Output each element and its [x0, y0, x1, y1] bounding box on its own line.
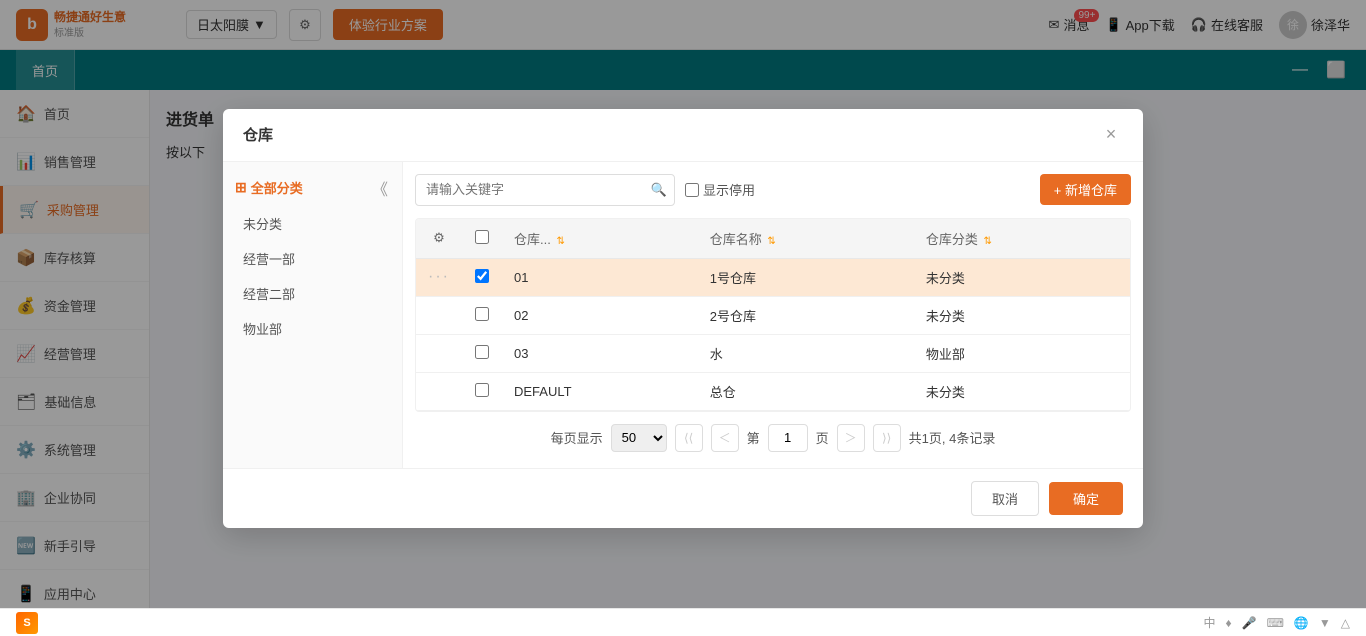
sort-icon-category: ⇅ — [984, 236, 992, 247]
table-row[interactable]: ··· 011号仓库未分类 — [416, 258, 1130, 296]
row-code-2: 03 — [502, 334, 698, 372]
left-panel-header: ⊞ 全部分类 《 — [223, 170, 402, 206]
add-warehouse-button[interactable]: + 新增仓库 — [1040, 174, 1131, 205]
row-checkbox-cell-1[interactable] — [462, 296, 502, 334]
search-bar: 🔍 显示停用 + 新增仓库 — [415, 174, 1131, 206]
first-page-button[interactable]: ⟨⟨ — [675, 424, 703, 452]
row-checkbox-3[interactable] — [475, 383, 489, 397]
row-checkbox-cell-2[interactable] — [462, 334, 502, 372]
row-gear-cell-0: ··· — [416, 258, 462, 296]
row-checkbox-1[interactable] — [475, 307, 489, 321]
status-bar: S 中 ♦ 🎤 ⌨ 🌐 ▼ △ — [0, 608, 1366, 636]
page-number-input[interactable] — [768, 424, 808, 452]
row-category-2: 物业部 — [914, 334, 1130, 372]
confirm-button[interactable]: 确定 — [1049, 482, 1123, 515]
close-button[interactable]: × — [1099, 123, 1123, 147]
show-disabled-toggle[interactable]: 显示停用 — [685, 180, 755, 199]
category-item-unclassified[interactable]: 未分类 — [223, 206, 402, 241]
grid-icon: ⊞ — [235, 179, 247, 196]
row-checkbox-2[interactable] — [475, 345, 489, 359]
row-gear-cell-1 — [416, 296, 462, 334]
category-item-ops1[interactable]: 经营一部 — [223, 241, 402, 276]
category-item-ops2[interactable]: 经营二部 — [223, 276, 402, 311]
right-panel: 🔍 显示停用 + 新增仓库 ⚙ — [403, 162, 1143, 468]
search-icon[interactable]: 🔍 — [651, 182, 667, 198]
col-gear: ⚙ — [416, 219, 462, 259]
col-code-header: 仓库... ⇅ — [502, 219, 698, 259]
row-checkbox-cell-3[interactable] — [462, 372, 502, 410]
table-header-row: ⚙ 仓库... ⇅ 仓库名称 — [416, 219, 1130, 259]
col-category-header: 仓库分类 ⇅ — [914, 219, 1130, 259]
dialog-overlay: 仓库 × ⊞ 全部分类 《 未分类 经营一部 — [0, 0, 1366, 636]
table-body: ···011号仓库未分类022号仓库未分类03水物业部DEFAULT总仓未分类 — [416, 258, 1130, 410]
row-category-3: 未分类 — [914, 372, 1130, 410]
next-page-button[interactable]: ＞ — [837, 424, 865, 452]
row-name-2: 水 — [698, 334, 914, 372]
row-name-1: 2号仓库 — [698, 296, 914, 334]
pagination: 每页显示 50 20 100 ⟨⟨ ＜ 第 页 ＞ ⟩⟩ 共1页, 4条记录 — [415, 412, 1131, 456]
last-page-button[interactable]: ⟩⟩ — [873, 424, 901, 452]
prev-page-button[interactable]: ＜ — [711, 424, 739, 452]
dialog-title: 仓库 — [243, 124, 273, 145]
col-name-header: 仓库名称 ⇅ — [698, 219, 914, 259]
s-logo: S — [16, 612, 38, 634]
row-name-3: 总仓 — [698, 372, 914, 410]
gear-header-icon: ⚙ — [433, 230, 445, 245]
row-category-0: 未分类 — [914, 258, 1130, 296]
collapse-button[interactable]: 《 — [370, 178, 390, 198]
dots-menu-0[interactable]: ··· — [428, 268, 450, 285]
dialog-footer: 取消 确定 — [223, 468, 1143, 528]
col-checkbox — [462, 219, 502, 259]
search-input[interactable] — [415, 174, 675, 206]
show-disabled-checkbox[interactable] — [685, 183, 699, 197]
search-input-wrap: 🔍 — [415, 174, 675, 206]
sort-icon-code: ⇅ — [556, 236, 564, 247]
row-checkbox-cell-0[interactable] — [462, 258, 502, 296]
per-page-select[interactable]: 50 20 100 — [611, 424, 667, 452]
row-code-3: DEFAULT — [502, 372, 698, 410]
table-row[interactable]: 022号仓库未分类 — [416, 296, 1130, 334]
warehouse-dialog: 仓库 × ⊞ 全部分类 《 未分类 经营一部 — [223, 109, 1143, 528]
table-row[interactable]: 03水物业部 — [416, 334, 1130, 372]
dialog-header: 仓库 × — [223, 109, 1143, 162]
status-bar-right: 中 ♦ 🎤 ⌨ 🌐 ▼ △ — [1204, 614, 1351, 631]
row-gear-cell-3 — [416, 372, 462, 410]
sort-icon-name: ⇅ — [767, 236, 775, 247]
row-code-0: 01 — [502, 258, 698, 296]
all-category[interactable]: ⊞ 全部分类 — [235, 178, 303, 197]
select-all-checkbox[interactable] — [475, 230, 489, 244]
row-checkbox-0[interactable] — [475, 269, 489, 283]
row-name-0: 1号仓库 — [698, 258, 914, 296]
row-gear-cell-2 — [416, 334, 462, 372]
dialog-body: ⊞ 全部分类 《 未分类 经营一部 经营二部 物业部 — [223, 162, 1143, 468]
table-wrap: ⚙ 仓库... ⇅ 仓库名称 — [415, 218, 1131, 412]
category-item-property[interactable]: 物业部 — [223, 311, 402, 346]
table-row[interactable]: DEFAULT总仓未分类 — [416, 372, 1130, 410]
left-panel: ⊞ 全部分类 《 未分类 经营一部 经营二部 物业部 — [223, 162, 403, 468]
warehouse-table: ⚙ 仓库... ⇅ 仓库名称 — [416, 219, 1130, 411]
row-category-1: 未分类 — [914, 296, 1130, 334]
cancel-button[interactable]: 取消 — [971, 481, 1039, 516]
row-code-1: 02 — [502, 296, 698, 334]
